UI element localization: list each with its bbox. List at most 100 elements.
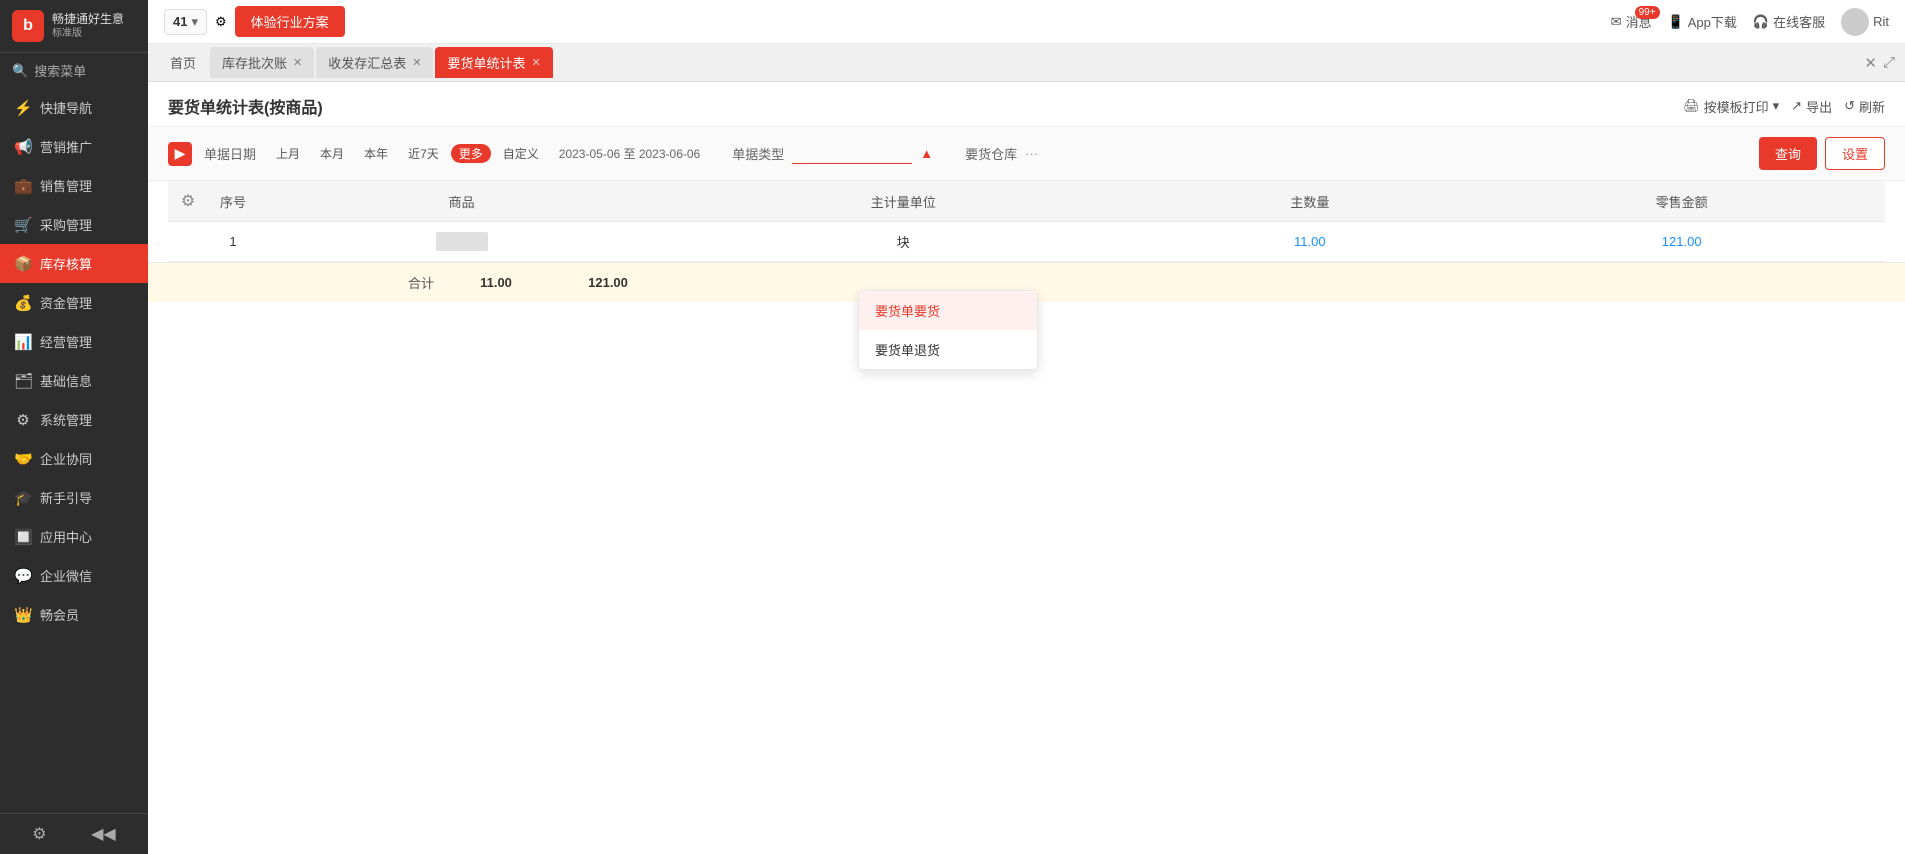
th-settings: ⚙ [168, 181, 208, 222]
sidebar-item-inventory[interactable]: 📦 库存核算 [0, 244, 148, 283]
tab-order-stat[interactable]: 要货单统计表 ✕ [435, 47, 552, 78]
system-icon: ⚙ [14, 411, 32, 429]
type-label: 单据类型 [732, 144, 784, 163]
th-product: 商品 [258, 181, 665, 222]
th-amount: 零售金额 [1478, 181, 1885, 222]
sidebar-item-basic[interactable]: 🗂 基础信息 [0, 361, 148, 400]
row-settings-cell [168, 222, 208, 262]
vip-icon: 👑 [14, 606, 32, 624]
basic-icon: 🗂 [14, 372, 32, 390]
filter-settings-button[interactable]: 设置 [1825, 137, 1885, 170]
refresh-icon: ↺ [1844, 98, 1855, 114]
date-more-btn[interactable]: 更多 [451, 144, 491, 163]
print-icon: 🖨 [1683, 98, 1700, 114]
finance-icon: 💰 [14, 294, 32, 312]
table-settings-icon[interactable]: ⚙ [181, 193, 195, 210]
sidebar-item-vip[interactable]: 👑 畅会员 [0, 595, 148, 634]
row-quantity-cell: 11.00 [1141, 222, 1478, 262]
tab-close-order-stat[interactable]: ✕ [532, 56, 541, 69]
sidebar: b 畅捷通好生意 标准版 🔍 搜索菜单 ⚡ 快捷导航 📢 营销推广 💼 销售管理… [0, 0, 148, 854]
footer-label: 合计 [408, 273, 434, 292]
topbar: 41 ▾ ⚙ 体验行业方案 ✉ 消息 99+ 📱 App下载 🎧 在线客服 R [148, 0, 1905, 44]
sidebar-item-quick-nav[interactable]: ⚡ 快捷导航 [0, 88, 148, 127]
sidebar-item-operation[interactable]: 📊 经营管理 [0, 322, 148, 361]
search-menu[interactable]: 🔍 搜索菜单 [0, 53, 148, 88]
date-label: 单据日期 [204, 144, 256, 163]
sidebar-item-sales[interactable]: 💼 销售管理 [0, 166, 148, 205]
sidebar-item-marketing[interactable]: 📢 营销推广 [0, 127, 148, 166]
sidebar-collapse-icon[interactable]: ◀◀ [91, 824, 116, 844]
quantity-link[interactable]: 11.00 [1294, 234, 1326, 249]
cooperation-icon: 🤝 [14, 450, 32, 468]
app-download-button[interactable]: 📱 App下载 [1668, 12, 1737, 31]
sidebar-item-cooperation[interactable]: 🤝 企业协同 [0, 439, 148, 478]
sidebar-footer: ⚙ ◀◀ [0, 813, 148, 854]
sidebar-item-apps[interactable]: 🔲 应用中心 [0, 517, 148, 556]
topbar-right: ✉ 消息 99+ 📱 App下载 🎧 在线客服 Rit [1611, 8, 1889, 36]
main: 41 ▾ ⚙ 体验行业方案 ✉ 消息 99+ 📱 App下载 🎧 在线客服 R [148, 0, 1905, 854]
message-icon: ✉ [1611, 14, 1622, 30]
table-header-row: ⚙ 序号 商品 主计量单位 主数量 零售金额 [168, 181, 1885, 222]
sidebar-item-system[interactable]: ⚙ 系统管理 [0, 400, 148, 439]
date-last-7days[interactable]: 近7天 [400, 143, 447, 164]
online-service-button[interactable]: 🎧 在线客服 [1753, 12, 1825, 31]
footer-amount: 121.00 [558, 275, 658, 290]
date-this-year[interactable]: 本年 [356, 143, 396, 164]
message-button[interactable]: ✉ 消息 99+ [1611, 12, 1652, 31]
tab-expand-icon[interactable]: ⤢ [1883, 54, 1895, 72]
page-actions: 🖨 按模板打印 ▾ ↗ 导出 ↺ 刷新 [1683, 97, 1885, 116]
headset-icon: 🎧 [1753, 14, 1769, 30]
type-dropdown: 要货单要货 要货单退货 [858, 290, 1038, 370]
date-custom[interactable]: 自定义 [495, 143, 547, 164]
sidebar-item-finance[interactable]: 💰 资金管理 [0, 283, 148, 322]
dropdown-item-order-return[interactable]: 要货单退货 [859, 330, 1037, 369]
export-icon: ↗ [1791, 98, 1802, 114]
type-selected-value[interactable] [792, 144, 912, 164]
print-button[interactable]: 🖨 按模板打印 ▾ [1683, 97, 1779, 116]
warehouse-label: 要货仓库 [965, 144, 1017, 163]
chevron-down-icon: ▾ [191, 14, 198, 30]
marketing-icon: 📢 [14, 138, 32, 156]
amount-link[interactable]: 121.00 [1662, 234, 1702, 249]
user-avatar[interactable]: Rit [1841, 8, 1889, 36]
sidebar-item-guide[interactable]: 🎓 新手引导 [0, 478, 148, 517]
export-button[interactable]: ↗ 导出 [1791, 97, 1832, 116]
tab-batch[interactable]: 库存批次账 ✕ [210, 47, 314, 78]
company-selector[interactable]: 41 ▾ [164, 9, 207, 35]
tab-summary[interactable]: 收发存汇总表 ✕ [316, 47, 433, 78]
refresh-button[interactable]: ↺ 刷新 [1844, 97, 1885, 116]
date-range-display: 2023-05-06 至 2023-06-06 [559, 145, 700, 162]
sidebar-settings-icon[interactable]: ⚙ [32, 824, 46, 844]
row-amount-cell: 121.00 [1478, 222, 1885, 262]
th-quantity: 主数量 [1141, 181, 1478, 222]
th-index: 序号 [208, 181, 258, 222]
dropdown-item-order-goods[interactable]: 要货单要货 [859, 291, 1037, 330]
footer-quantity: 11.00 [446, 275, 546, 290]
query-button[interactable]: 查询 [1759, 137, 1817, 170]
warehouse-more-icon[interactable]: ··· [1025, 146, 1038, 161]
table-wrapper: ⚙ 序号 商品 主计量单位 主数量 零售金额 1 [148, 181, 1905, 262]
date-this-month[interactable]: 本月 [312, 143, 352, 164]
tab-close-summary[interactable]: ✕ [412, 56, 421, 69]
date-last-month[interactable]: 上月 [268, 143, 308, 164]
operation-icon: 📊 [14, 333, 32, 351]
settings-icon[interactable]: ⚙ [215, 14, 227, 30]
sales-icon: 💼 [14, 177, 32, 195]
product-name-placeholder [436, 232, 488, 251]
tab-close-batch[interactable]: ✕ [293, 56, 302, 69]
warehouse-filter-group: 要货仓库 ··· [965, 144, 1038, 163]
sidebar-item-wechat[interactable]: 💬 企业微信 [0, 556, 148, 595]
tab-home[interactable]: 首页 [158, 47, 208, 78]
trial-button[interactable]: 体验行业方案 [235, 6, 345, 37]
page-content: 要货单统计表(按商品) 🖨 按模板打印 ▾ ↗ 导出 ↺ 刷新 ▶ [148, 82, 1905, 854]
type-filter-group: 单据类型 ▲ [732, 144, 933, 164]
phone-icon: 📱 [1668, 14, 1684, 30]
data-table: ⚙ 序号 商品 主计量单位 主数量 零售金额 1 [168, 181, 1885, 262]
sidebar-item-purchase[interactable]: 🛒 采购管理 [0, 205, 148, 244]
type-dropdown-arrow[interactable]: ▲ [920, 146, 933, 161]
tab-close-all-icon[interactable]: ✕ [1864, 54, 1877, 72]
row-index-cell: 1 [208, 222, 258, 262]
filter-bar: ▶ 单据日期 上月 本月 本年 近7天 更多 自定义 2023-05-06 至 … [148, 127, 1905, 181]
filter-expand-button[interactable]: ▶ [168, 142, 192, 166]
date-filter-group: 上月 本月 本年 近7天 更多 自定义 [268, 143, 547, 164]
